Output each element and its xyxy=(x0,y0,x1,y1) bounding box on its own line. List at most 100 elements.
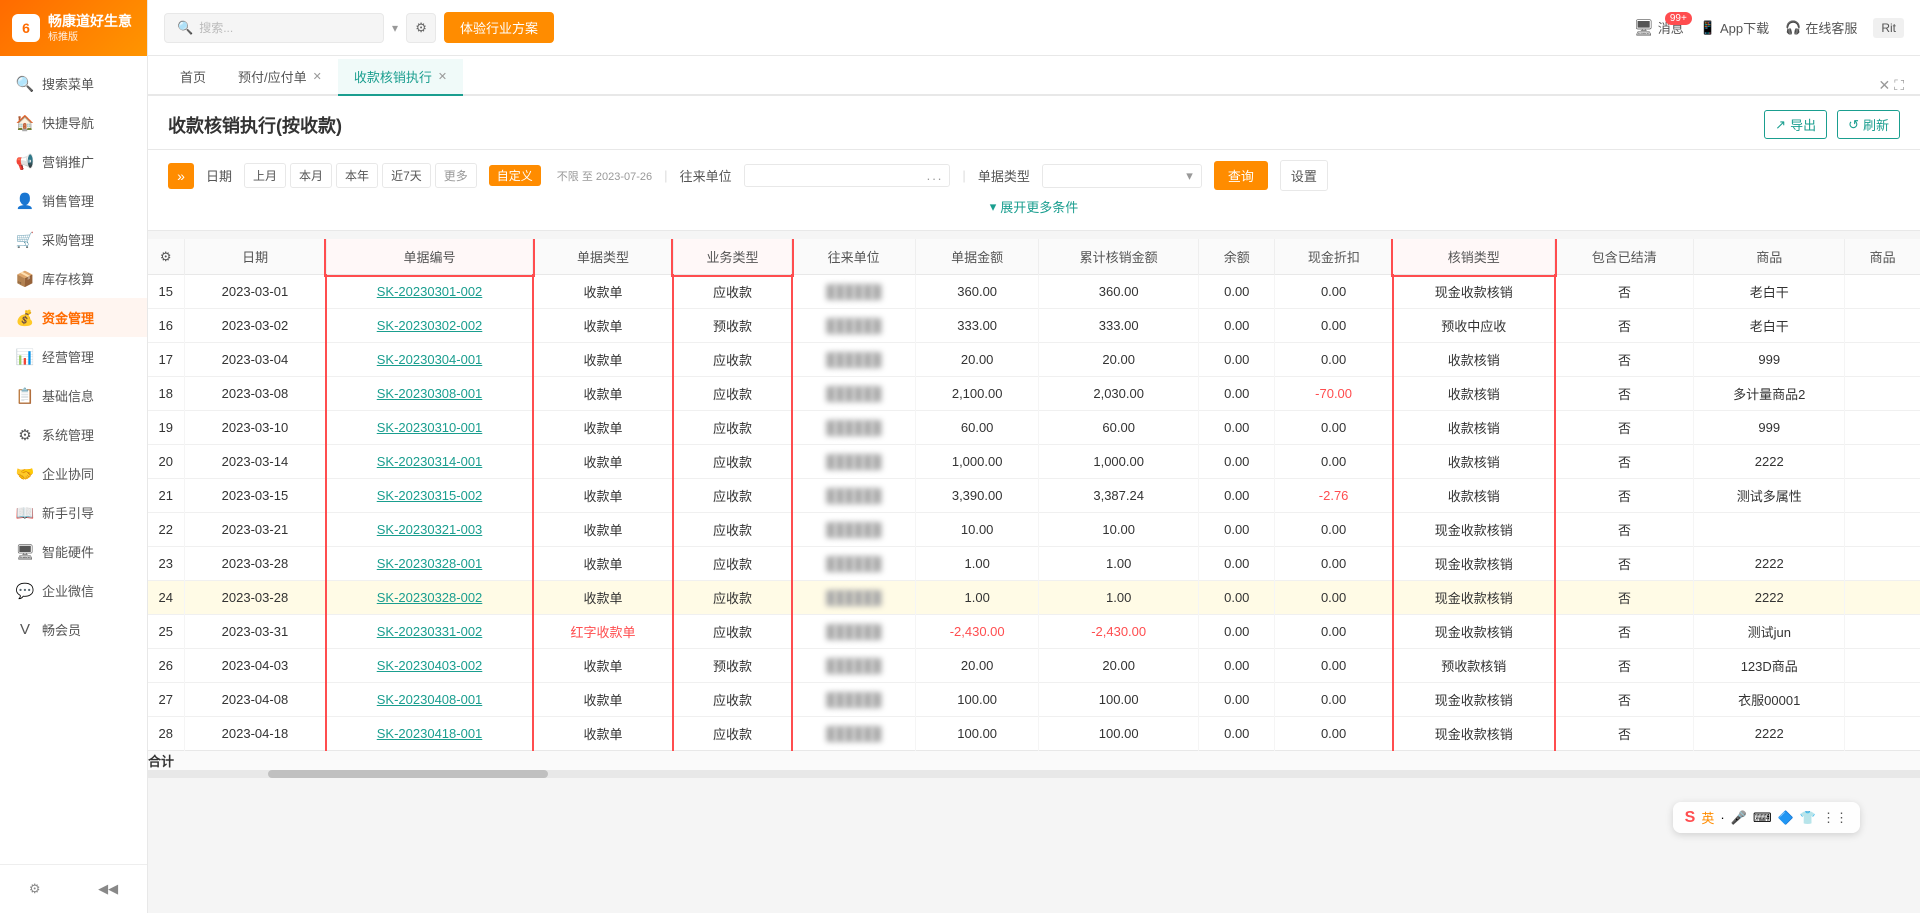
tfoot-cell-9 xyxy=(1275,751,1393,771)
td-include_settled: 否 xyxy=(1555,275,1694,309)
filter-toggle-btn[interactable]: » xyxy=(168,163,194,189)
td-voucher_no[interactable]: SK-20230321-003 xyxy=(326,513,532,547)
td-setting: 26 xyxy=(148,649,184,683)
sidebar-label-basic: 基础信息 xyxy=(42,386,94,405)
logo-icon: 6 xyxy=(12,14,40,42)
sidebar-item-guide[interactable]: 📖 新手引导 xyxy=(0,493,147,532)
td-include_settled: 否 xyxy=(1555,479,1694,513)
sidebar-item-system[interactable]: ⚙系统管理 xyxy=(0,415,147,454)
td-cash_discount: 0.00 xyxy=(1275,615,1393,649)
message-btn[interactable]: 🖥 消息 99+ xyxy=(1633,18,1683,38)
tab-expand-btn[interactable]: ⛶ xyxy=(1894,77,1904,94)
sidebar-item-wechat[interactable]: 💬企业微信 xyxy=(0,571,147,610)
td-verified_amount: 2,030.00 xyxy=(1039,377,1199,411)
sidebar-item-nav[interactable]: 🏠快捷导航 xyxy=(0,103,147,142)
td-voucher_no[interactable]: SK-20230418-001 xyxy=(326,717,532,751)
sidebar-icon-guide: 📖 xyxy=(16,504,34,522)
app-download-btn[interactable]: 📱 App下载 xyxy=(1700,18,1769,37)
tab-close-collection[interactable]: ✕ xyxy=(438,70,447,83)
custom-date-btn[interactable]: 自定义 xyxy=(489,165,541,186)
scrollbar-thumb[interactable] xyxy=(268,770,548,778)
sidebar-icon-inventory: 📦 xyxy=(16,270,34,288)
collapse-btn[interactable]: ◀◀ xyxy=(90,873,126,905)
page-header: 收款核销执行(按收款) ↗ 导出 ↺ 刷新 xyxy=(148,96,1920,150)
counterpart-more-btn[interactable]: ... xyxy=(927,168,944,183)
sidebar-icon-basic: 📋 xyxy=(16,387,34,405)
search-box[interactable]: 🔍 搜索... xyxy=(164,13,384,43)
td-voucher_no[interactable]: SK-20230304-001 xyxy=(326,343,532,377)
td-voucher_no[interactable]: SK-20230301-002 xyxy=(326,275,532,309)
user-profile[interactable]: Rit xyxy=(1873,18,1904,38)
td-voucher_no[interactable]: SK-20230408-001 xyxy=(326,683,532,717)
table-row: 242023-03-28SK-20230328-002收款单应收款██████1… xyxy=(148,581,1920,615)
td-voucher_no[interactable]: SK-20230315-002 xyxy=(326,479,532,513)
td-setting: 20 xyxy=(148,445,184,479)
dropdown-arrow[interactable]: ▾ xyxy=(392,21,398,35)
solution-btn[interactable]: 体验行业方案 xyxy=(444,12,554,43)
td-voucher_no[interactable]: SK-20230331-002 xyxy=(326,615,532,649)
td-voucher_no[interactable]: SK-20230308-001 xyxy=(326,377,532,411)
td-voucher_no[interactable]: SK-20230314-001 xyxy=(326,445,532,479)
sidebar-item-member[interactable]: V畅会员 xyxy=(0,610,147,649)
counterpart-input[interactable] xyxy=(751,168,927,183)
td-counterpart: ██████ xyxy=(792,717,916,751)
sidebar-item-sales[interactable]: 👤销售管理 xyxy=(0,181,147,220)
td-voucher_no[interactable]: SK-20230328-002 xyxy=(326,581,532,615)
sidebar-item-inventory[interactable]: 📦库存核算 xyxy=(0,259,147,298)
td-balance: 0.00 xyxy=(1199,649,1275,683)
sidebar-item-search[interactable]: 🔍搜索菜单 xyxy=(0,64,147,103)
tab-collection[interactable]: 收款核销执行✕ xyxy=(338,59,463,96)
td-include_settled: 否 xyxy=(1555,377,1694,411)
filter-settings-btn[interactable]: 设置 xyxy=(1280,160,1328,191)
tab-payable[interactable]: 预付/应付单 ✕ xyxy=(222,59,338,96)
tab-home[interactable]: 首页 xyxy=(164,59,222,96)
tab-label-payable: 预付/应付单 xyxy=(238,67,307,86)
date-btn-本月[interactable]: 本月 xyxy=(290,163,332,188)
td-voucher_no[interactable]: SK-20230328-001 xyxy=(326,547,532,581)
td-counterpart: ██████ xyxy=(792,411,916,445)
td-balance: 0.00 xyxy=(1199,309,1275,343)
td-verified_amount: 60.00 xyxy=(1039,411,1199,445)
expand-more-btn[interactable]: ▾ 展开更多条件 xyxy=(990,197,1079,216)
td-counterpart: ██████ xyxy=(792,275,916,309)
tab-close-payable[interactable]: ✕ xyxy=(313,70,322,83)
date-btn-本年[interactable]: 本年 xyxy=(336,163,378,188)
td-balance: 0.00 xyxy=(1199,615,1275,649)
sidebar-item-basic[interactable]: 📋 基础信息 xyxy=(0,376,147,415)
query-btn[interactable]: 查询 xyxy=(1214,161,1268,190)
td-voucher_no[interactable]: SK-20230403-002 xyxy=(326,649,532,683)
sidebar-item-enterprise[interactable]: 🤝企业协同 xyxy=(0,454,147,493)
logo-text: 畅康道好生意 标推版 xyxy=(48,12,132,43)
gear-button[interactable]: ⚙ xyxy=(406,13,436,43)
td-counterpart: ██████ xyxy=(792,343,916,377)
horizontal-scrollbar[interactable] xyxy=(148,770,1920,778)
td-biz_type: 应收款 xyxy=(673,411,791,445)
service-btn[interactable]: 🎧 在线客服 xyxy=(1785,18,1857,37)
sidebar-item-finance[interactable]: 💰资金管理 xyxy=(0,298,147,337)
sidebar-label-guide: 新手引导 xyxy=(42,503,94,522)
date-btn-更多[interactable]: 更多 xyxy=(435,163,477,188)
td-counterpart: ██████ xyxy=(792,309,916,343)
td-voucher_no[interactable]: SK-20230310-001 xyxy=(326,411,532,445)
sidebar-item-hardware[interactable]: 🖥智能硬件 xyxy=(0,532,147,571)
td-setting: 28 xyxy=(148,717,184,751)
date-btn-上月[interactable]: 上月 xyxy=(244,163,286,188)
export-btn[interactable]: ↗ 导出 xyxy=(1764,110,1827,139)
sidebar-item-purchase[interactable]: 🛒采购管理 xyxy=(0,220,147,259)
settings-btn[interactable]: ⚙ xyxy=(21,873,49,905)
tfoot-cell-3 xyxy=(533,751,674,771)
td-goods: 老白干 xyxy=(1694,309,1845,343)
td-voucher_no[interactable]: SK-20230302-002 xyxy=(326,309,532,343)
voucher-type-arrow[interactable]: ▾ xyxy=(1186,168,1193,184)
date-btn-近7天[interactable]: 近7天 xyxy=(382,163,431,188)
refresh-btn[interactable]: ↺ 刷新 xyxy=(1837,110,1900,139)
td-verify_type: 收款核销 xyxy=(1393,377,1555,411)
tab-close-all-btn[interactable]: ✕ xyxy=(1878,77,1890,94)
sidebar-icon-wechat: 💬 xyxy=(16,582,34,600)
sidebar-item-operation[interactable]: 📊经营管理 xyxy=(0,337,147,376)
td-balance: 0.00 xyxy=(1199,411,1275,445)
td-goods: 测试jun xyxy=(1694,615,1845,649)
td-goods: 2222 xyxy=(1694,445,1845,479)
td-verified_amount: 1.00 xyxy=(1039,547,1199,581)
sidebar-item-marketing[interactable]: 📢营销推广 xyxy=(0,142,147,181)
